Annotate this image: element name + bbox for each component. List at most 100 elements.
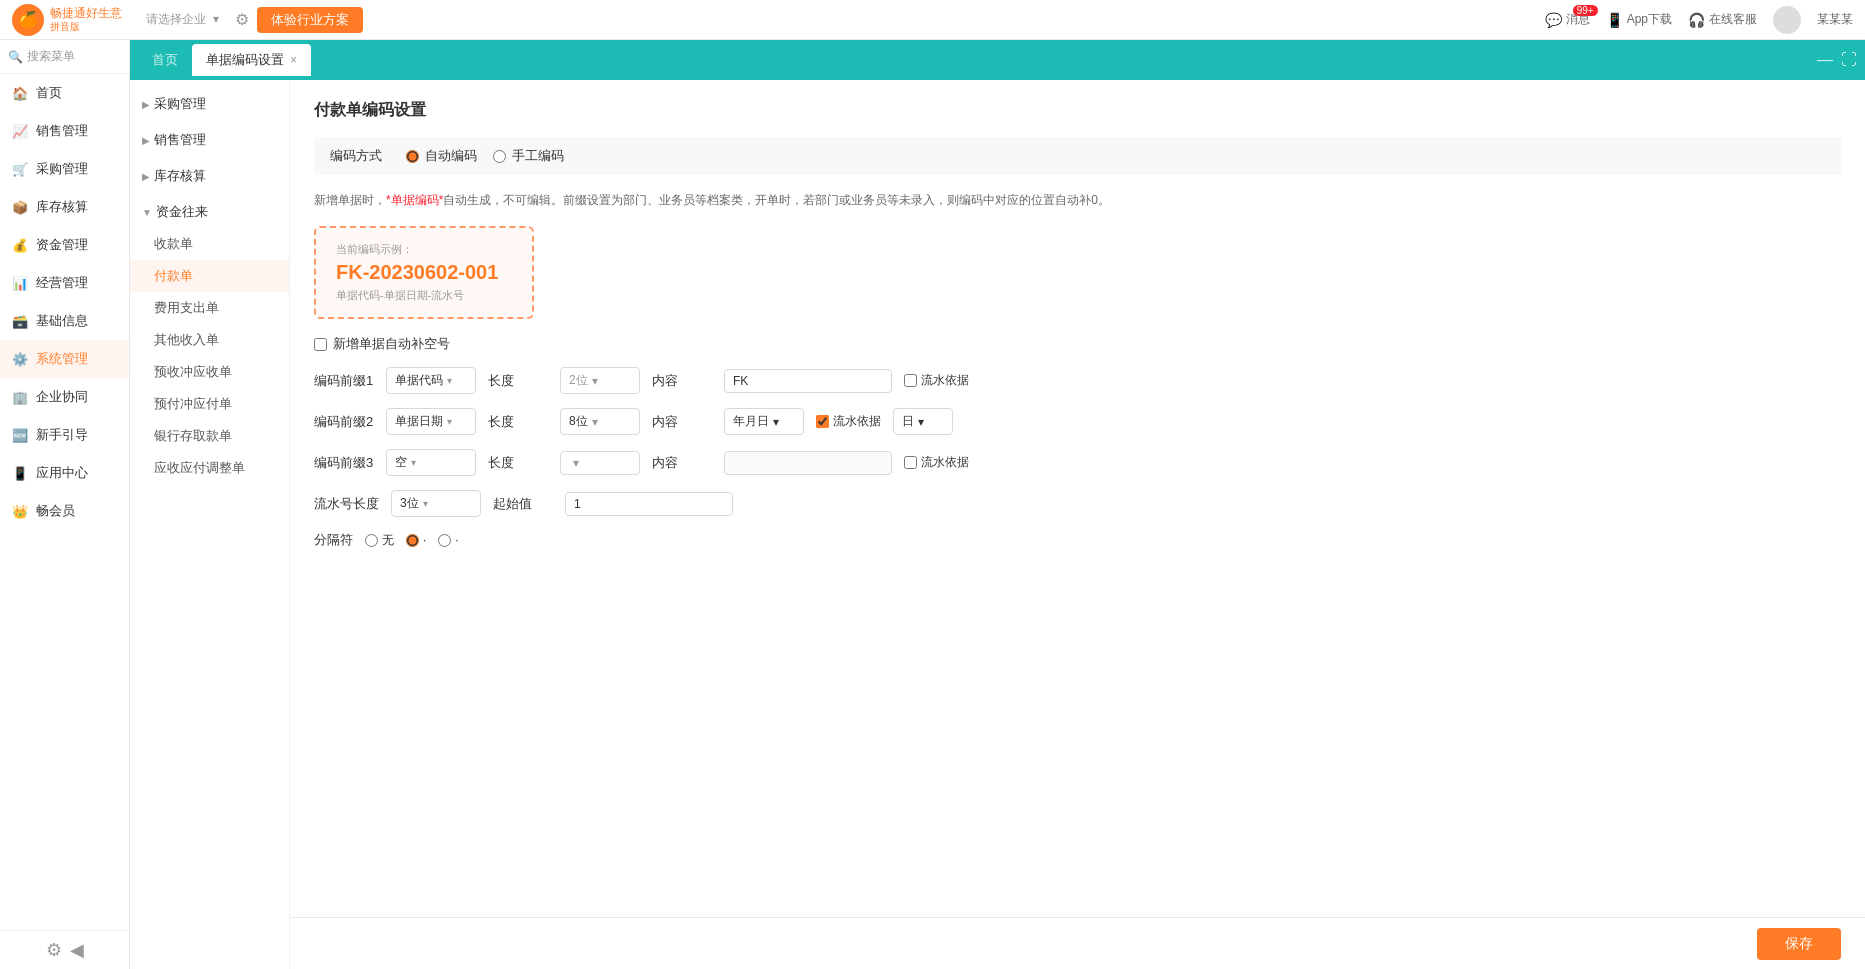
settings-icon[interactable]: ⚙ bbox=[235, 10, 249, 29]
tab-home[interactable]: 首页 bbox=[138, 44, 192, 76]
experience-button[interactable]: 体验行业方案 bbox=[257, 7, 363, 33]
auto-code-option[interactable]: 自动编码 bbox=[406, 147, 477, 165]
page-title: 付款单编码设置 bbox=[314, 100, 1841, 121]
menu-item-pre-pay[interactable]: 预付冲应付单 bbox=[130, 388, 289, 420]
sidebar-item-sales[interactable]: 📈 销售管理 bbox=[0, 112, 129, 150]
separator-radio-group: 无 · · bbox=[365, 532, 459, 549]
sidebar-item-enterprise[interactable]: 🏢 企业协同 bbox=[0, 378, 129, 416]
sidebar-item-inventory[interactable]: 📦 库存核算 bbox=[0, 188, 129, 226]
company-selector[interactable]: 请选择企业 ▾ bbox=[146, 11, 219, 28]
maximize-icon[interactable]: ⛶ bbox=[1841, 51, 1857, 69]
menu-item-pre-receive[interactable]: 预收冲应收单 bbox=[130, 356, 289, 388]
stream1-checkbox[interactable] bbox=[904, 374, 917, 387]
menu-item-adjust[interactable]: 应收应付调整单 bbox=[130, 452, 289, 484]
arrow-right-icon3: ▶ bbox=[142, 171, 150, 182]
serial-length-select[interactable]: 3位 ▾ bbox=[391, 490, 481, 517]
serial-length-label: 流水号长度 bbox=[314, 495, 379, 513]
basics-icon: 🗃️ bbox=[12, 313, 28, 329]
sidebar-item-apps[interactable]: 📱 应用中心 bbox=[0, 454, 129, 492]
serial-row: 流水号长度 3位 ▾ 起始值 bbox=[314, 490, 1841, 517]
sidebar-item-basics[interactable]: 🗃️ 基础信息 bbox=[0, 302, 129, 340]
messages-btn[interactable]: 💬 消息 99+ bbox=[1545, 11, 1590, 28]
content1-label: 内容 bbox=[652, 372, 712, 390]
tab-encoding-settings[interactable]: 单据编码设置 × bbox=[192, 44, 311, 76]
sidebar-item-operations[interactable]: 📊 经营管理 bbox=[0, 264, 129, 302]
content2-date-select[interactable]: 年月日 ▾ bbox=[724, 408, 804, 435]
menu-group-finance-title[interactable]: ▼ 资金往来 bbox=[130, 196, 289, 228]
tab-bar-actions: — ⛶ bbox=[1817, 51, 1857, 69]
content1-input[interactable] bbox=[724, 369, 892, 393]
auto-fill-checkbox[interactable] bbox=[314, 338, 327, 351]
sep-none[interactable]: 无 bbox=[365, 532, 394, 549]
sep-none-radio[interactable] bbox=[365, 534, 378, 547]
sidebar: 🔍 搜索菜单 🏠 首页 📈 销售管理 🛒 采购管理 📦 库存核算 💰 资金管理 … bbox=[0, 40, 130, 969]
menu-item-bank[interactable]: 银行存取款单 bbox=[130, 420, 289, 452]
info-text: 新增单据时，*单据编码*自动生成，不可编辑。前缀设置为部门、业务员等档案类，开单… bbox=[314, 191, 1841, 210]
auto-code-radio[interactable] bbox=[406, 150, 419, 163]
search-menu[interactable]: 🔍 搜索菜单 bbox=[0, 40, 129, 74]
sep-dot[interactable]: · bbox=[406, 533, 426, 547]
sales-icon: 📈 bbox=[12, 123, 28, 139]
menu-item-expense[interactable]: 费用支出单 bbox=[130, 292, 289, 324]
content3-input[interactable] bbox=[724, 451, 892, 475]
online-service-btn[interactable]: 🎧 在线客服 bbox=[1688, 11, 1757, 28]
content-area: ▶ 采购管理 ▶ 销售管理 ▶ 库存核算 bbox=[130, 80, 1865, 969]
sep-dot-radio[interactable] bbox=[406, 534, 419, 547]
member-icon: 👑 bbox=[12, 503, 28, 519]
example-label: 当前编码示例： bbox=[336, 242, 512, 257]
prefix1-select[interactable]: 单据代码 ▾ bbox=[386, 367, 476, 394]
sidebar-item-finance[interactable]: 💰 资金管理 bbox=[0, 226, 129, 264]
system-icon: ⚙️ bbox=[12, 351, 28, 367]
menu-group-sales-title[interactable]: ▶ 销售管理 bbox=[130, 124, 289, 156]
sidebar-item-guide[interactable]: 🆕 新手引导 bbox=[0, 416, 129, 454]
length2-select[interactable]: 8位 ▾ bbox=[560, 408, 640, 435]
prefix3-select[interactable]: 空 ▾ bbox=[386, 449, 476, 476]
auto-fill-label: 新增单据自动补空号 bbox=[333, 335, 450, 353]
stream3-checkbox-row[interactable]: 流水依据 bbox=[904, 454, 969, 471]
length3-select[interactable]: ▾ bbox=[560, 451, 640, 475]
sidebar-item-system[interactable]: ⚙️ 系统管理 bbox=[0, 340, 129, 378]
minimize-icon[interactable]: — bbox=[1817, 51, 1833, 69]
length3-label: 长度 bbox=[488, 454, 548, 472]
serial-arrow-icon: ▾ bbox=[423, 498, 428, 509]
arrow-right-icon: ▶ bbox=[142, 99, 150, 110]
sidebar-item-member[interactable]: 👑 畅会员 bbox=[0, 492, 129, 530]
sep-dash[interactable]: · bbox=[438, 533, 458, 547]
sep-dash-radio[interactable] bbox=[438, 534, 451, 547]
example-code: FK-20230602-001 bbox=[336, 261, 512, 284]
guide-icon: 🆕 bbox=[12, 427, 28, 443]
menu-group-inventory-title[interactable]: ▶ 库存核算 bbox=[130, 160, 289, 192]
app-download-btn[interactable]: 📱 App下载 bbox=[1606, 11, 1672, 28]
collapse-icon[interactable]: ◀ bbox=[70, 939, 84, 961]
avatar[interactable] bbox=[1773, 6, 1801, 34]
length1-select[interactable]: 2位 ▾ bbox=[560, 367, 640, 394]
length2-arrow-icon: ▾ bbox=[592, 415, 598, 429]
sidebar-item-purchase[interactable]: 🛒 采购管理 bbox=[0, 150, 129, 188]
manual-code-radio[interactable] bbox=[493, 150, 506, 163]
length3-arrow-icon: ▾ bbox=[573, 456, 579, 470]
search-icon: 🔍 bbox=[8, 50, 23, 64]
manual-code-option[interactable]: 手工编码 bbox=[493, 147, 564, 165]
stream2-checkbox-row[interactable]: 流水依据 bbox=[816, 413, 881, 430]
arrow-down-icon: ▼ bbox=[142, 207, 152, 218]
purchase-icon: 🛒 bbox=[12, 161, 28, 177]
prefix2-select[interactable]: 单据日期 ▾ bbox=[386, 408, 476, 435]
length2-label: 长度 bbox=[488, 413, 548, 431]
save-button[interactable]: 保存 bbox=[1757, 928, 1841, 960]
tab-bar: 首页 单据编码设置 × — ⛶ bbox=[130, 40, 1865, 80]
prefix-row-1: 编码前缀1 单据代码 ▾ 长度 2位 ▾ 内容 bbox=[314, 367, 1841, 394]
stream1-checkbox-row[interactable]: 流水依据 bbox=[904, 372, 969, 389]
sidebar-item-home[interactable]: 🏠 首页 bbox=[0, 74, 129, 112]
date-type-select[interactable]: 日 ▾ bbox=[893, 408, 953, 435]
logo: 🍊 畅捷通好生意 拼音版 bbox=[12, 4, 122, 36]
start-value-input[interactable] bbox=[565, 492, 733, 516]
menu-group-purchase-title[interactable]: ▶ 采购管理 bbox=[130, 88, 289, 120]
auto-fill-row: 新增单据自动补空号 bbox=[314, 335, 1841, 353]
settings-bottom-icon[interactable]: ⚙ bbox=[46, 939, 62, 961]
tab-close-icon[interactable]: × bbox=[290, 53, 297, 67]
menu-item-receipt[interactable]: 收款单 bbox=[130, 228, 289, 260]
menu-item-payment[interactable]: 付款单 bbox=[130, 260, 289, 292]
stream3-checkbox[interactable] bbox=[904, 456, 917, 469]
stream2-checkbox[interactable] bbox=[816, 415, 829, 428]
menu-item-other-income[interactable]: 其他收入单 bbox=[130, 324, 289, 356]
